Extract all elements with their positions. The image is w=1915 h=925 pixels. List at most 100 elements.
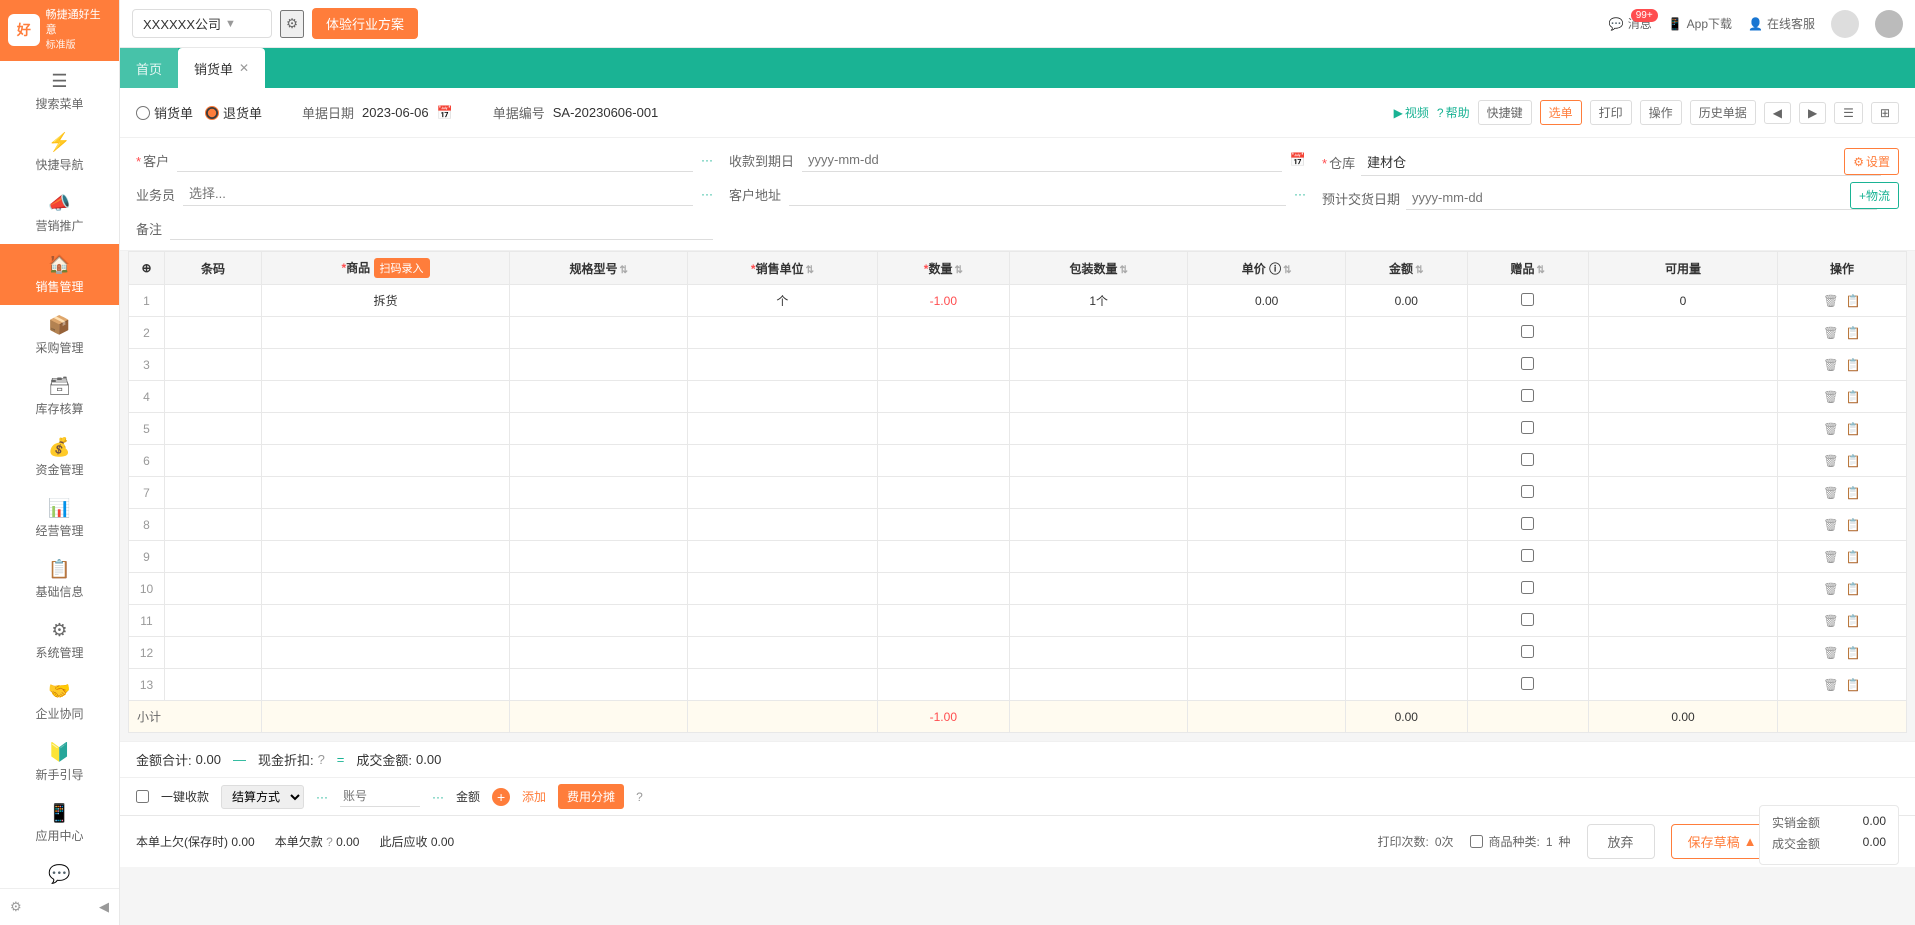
gift-checkbox[interactable] [1521,421,1534,434]
gift-checkbox[interactable] [1521,645,1534,658]
cell-price[interactable] [1188,445,1346,477]
cell-unit[interactable] [688,317,877,349]
avatar[interactable] [1831,10,1859,38]
cell-unit[interactable] [688,445,877,477]
cell-spec[interactable] [510,413,688,445]
delete-icon[interactable]: 🗑 [1823,518,1838,532]
radio-sales-order[interactable]: 销货单 [136,103,193,122]
copy-icon[interactable]: 📋 [1846,294,1861,308]
cell-spec[interactable] [510,573,688,605]
cell-spec[interactable] [510,349,688,381]
copy-icon[interactable]: 📋 [1846,614,1861,628]
cell-unit[interactable] [688,349,877,381]
cell-gift[interactable] [1467,413,1588,445]
cell-product[interactable] [261,317,509,349]
gift-checkbox[interactable] [1521,357,1534,370]
company-selector[interactable]: XXXXXX公司 ▼ [132,9,272,38]
cell-amount[interactable] [1346,445,1467,477]
cell-gift[interactable] [1467,669,1588,701]
app-download-button[interactable]: 📱 App下载 [1668,15,1732,32]
payment-calendar-icon[interactable]: 📅 [1290,152,1306,168]
tab-home[interactable]: 首页 [120,48,178,88]
delete-icon[interactable]: 🗑 [1823,422,1838,436]
cell-amount[interactable] [1346,605,1467,637]
delete-icon[interactable]: 🗑 [1823,678,1838,692]
cell-barcode[interactable] [165,509,262,541]
cell-barcode[interactable] [165,637,262,669]
grid-view-button[interactable]: ⊞ [1871,102,1899,124]
customer-addr-input[interactable] [789,182,1286,206]
cell-spec[interactable] [510,669,688,701]
cell-pack-qty[interactable] [1010,605,1188,637]
cell-quantity[interactable] [877,669,1010,701]
cell-pack-qty[interactable] [1010,637,1188,669]
cell-pack-qty[interactable] [1010,669,1188,701]
cell-barcode[interactable] [165,413,262,445]
cell-quantity[interactable] [877,445,1010,477]
gift-checkbox[interactable] [1521,485,1534,498]
cell-spec[interactable] [510,317,688,349]
delete-icon[interactable]: 🗑 [1823,646,1838,660]
fee-split-button[interactable]: 费用分摊 [558,784,624,809]
cell-unit[interactable] [688,605,877,637]
cell-price[interactable] [1188,477,1346,509]
cell-quantity[interactable] [877,509,1010,541]
cell-price[interactable] [1188,381,1346,413]
gift-checkbox[interactable] [1521,581,1534,594]
sidebar-item-operation-mgmt[interactable]: 📊 经营管理 [0,488,119,549]
cell-unit[interactable] [688,573,877,605]
cell-unit[interactable] [688,669,877,701]
cell-product[interactable] [261,605,509,637]
cell-spec[interactable] [510,509,688,541]
cell-amount[interactable] [1346,477,1467,509]
staff-input[interactable] [183,182,693,206]
delivery-date-input[interactable] [1406,186,1877,210]
cell-quantity[interactable] [877,605,1010,637]
cell-spec[interactable] [510,637,688,669]
next-record-button[interactable]: ▶ [1799,102,1826,124]
cell-pack-qty[interactable]: 1个 [1010,285,1188,317]
cell-gift[interactable] [1467,349,1588,381]
help-link[interactable]: ? 帮助 [1437,104,1470,121]
delete-icon[interactable]: 🗑 [1823,614,1838,628]
cell-unit[interactable] [688,413,877,445]
gift-checkbox[interactable] [1521,677,1534,690]
cell-unit[interactable] [688,637,877,669]
sidebar-item-enterprise[interactable]: 🤝 企业协同 [0,671,119,732]
sidebar-item-system-mgmt[interactable]: ⚙ 系统管理 [0,610,119,671]
cell-spec[interactable] [510,285,688,317]
sidebar-item-guide[interactable]: 🔰 新手引导 [0,732,119,793]
scan-button[interactable]: 扫码录入 [374,258,430,278]
cell-amount[interactable] [1346,349,1467,381]
cell-pack-qty[interactable] [1010,349,1188,381]
delete-icon[interactable]: 🗑 [1823,454,1838,468]
copy-icon[interactable]: 📋 [1846,390,1861,404]
cell-quantity[interactable] [877,413,1010,445]
cell-unit[interactable]: 个 [688,285,877,317]
cell-product[interactable]: 拆货 [261,285,509,317]
sidebar-item-basic-info[interactable]: 📋 基础信息 [0,549,119,610]
cell-quantity[interactable]: -1.00 [877,285,1010,317]
cell-barcode[interactable] [165,381,262,413]
gift-checkbox[interactable] [1521,549,1534,562]
cell-pack-qty[interactable] [1010,445,1188,477]
cell-product[interactable] [261,381,509,413]
copy-icon[interactable]: 📋 [1846,518,1861,532]
cell-barcode[interactable] [165,477,262,509]
online-service-button[interactable]: 👤 在线客服 [1748,15,1815,32]
cell-price[interactable] [1188,541,1346,573]
video-link[interactable]: ▶ 视频 [1394,104,1429,121]
account-input[interactable] [340,786,420,807]
sidebar-item-quick-nav[interactable]: ⚡ 快捷导航 [0,122,119,183]
cell-amount[interactable] [1346,637,1467,669]
cell-unit[interactable] [688,541,877,573]
cell-amount[interactable] [1346,509,1467,541]
account-more-icon[interactable]: ··· [432,790,444,804]
product-type-checkbox[interactable] [1470,835,1483,848]
copy-icon[interactable]: 📋 [1846,582,1861,596]
cell-barcode[interactable] [165,285,262,317]
cell-gift[interactable] [1467,445,1588,477]
addr-more-icon[interactable]: ··· [1294,187,1306,201]
cell-pack-qty[interactable] [1010,381,1188,413]
cell-barcode[interactable] [165,349,262,381]
